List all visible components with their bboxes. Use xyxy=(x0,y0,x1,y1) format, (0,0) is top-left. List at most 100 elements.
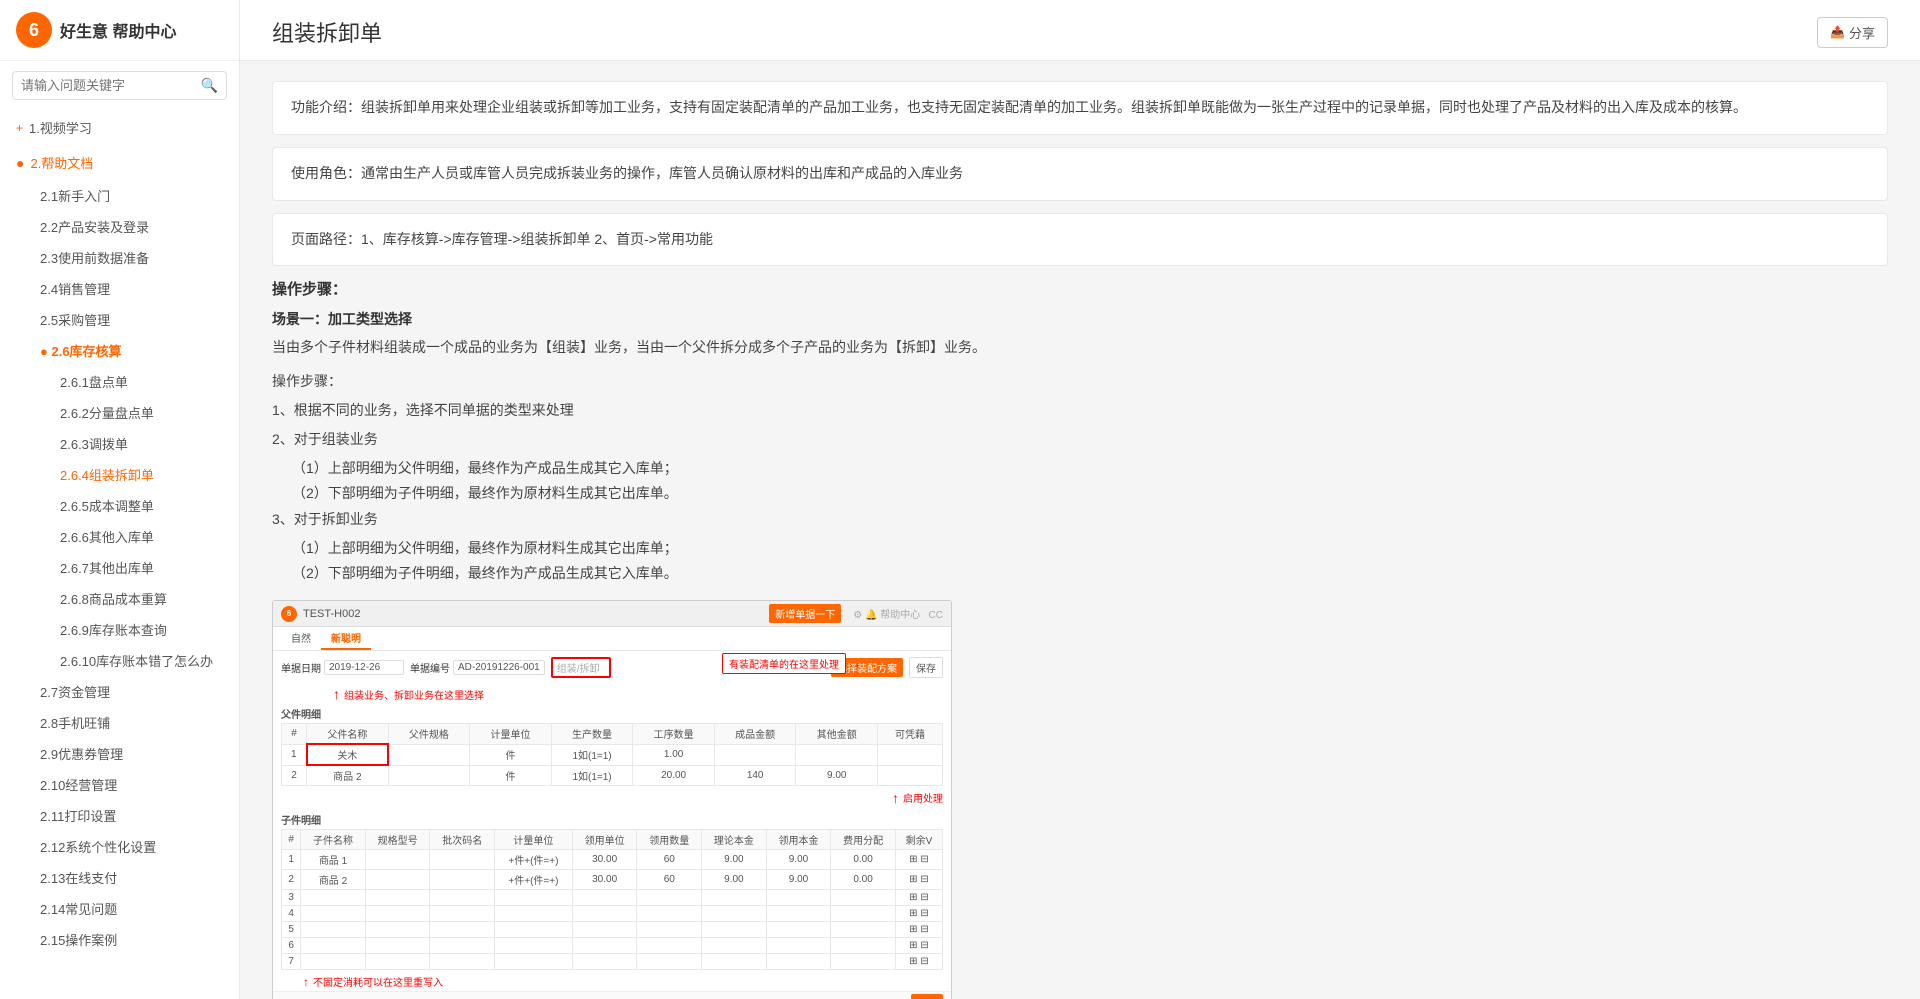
sim-no-label: 单据编号 xyxy=(410,660,450,675)
sidebar-item-other-in[interactable]: 2.6.6其他入库单 xyxy=(48,521,239,552)
annotation-4: 不固定消耗可以在这里重写入 xyxy=(313,974,443,989)
table-row: 6⊞ ⊟ xyxy=(282,938,943,954)
table-row: 7⊞ ⊟ xyxy=(282,954,943,970)
sim-type-input[interactable]: 组装/拆卸 xyxy=(551,657,611,678)
sidebar-item-cost-adjust[interactable]: 2.6.5成本调整单 xyxy=(48,490,239,521)
sidebar-item-purchase[interactable]: 2.5采购管理 xyxy=(28,304,239,335)
annotation-2-area: ↑ 组装业务、拆卸业务在这里选择 xyxy=(273,684,951,704)
sidebar-item-cases[interactable]: 2.15操作案例 xyxy=(28,924,239,955)
sim-icons-area: ⚙ 🔔 帮助中心 CC xyxy=(853,606,943,621)
sim-logo: 6 xyxy=(281,606,297,622)
sidebar-item-ledger-query[interactable]: 2.6.9库存账本查询 xyxy=(48,614,239,645)
sidebar-item-print[interactable]: 2.11打印设置 xyxy=(28,800,239,831)
sim-type-field: 组装/拆卸 xyxy=(551,657,611,678)
sidebar-item-ledger-fix[interactable]: 2.6.10库存账本错了怎么办 xyxy=(48,645,239,676)
sub-item-label: 2.15操作案例 xyxy=(40,933,117,948)
step3-sub2: （2）下部明细为子件明细，最终作为产成品生成其它入库单。 xyxy=(292,561,1888,586)
plus-icon: + xyxy=(16,121,23,135)
step2-sub: （1）上部明细为父件明细，最终作为产成品生成其它入库单； （2）下部明细为子件明… xyxy=(272,456,1888,506)
sub-item-label: 2.5采购管理 xyxy=(40,313,110,328)
sidebar-nav: + 1.视频学习 ● 2.帮助文档 2.1新手入门 2.2产品安装及登录 2.3… xyxy=(0,110,239,999)
sim-topbar: 6 TEST-H002 新增单据一下 ⚙ 🔔 帮助中心 CC xyxy=(273,601,951,627)
sim-date-input[interactable]: 2019-12-26 xyxy=(324,660,404,675)
table-row: 3⊞ ⊟ xyxy=(282,890,943,906)
steps-section: 操作步骤： 场景一：加工类型选择 当由多个子件材料组装成一个成品的业务为【组装】… xyxy=(272,278,1888,999)
sim-tab-2[interactable]: 新聪明 xyxy=(321,627,371,650)
step3-sub1: （1）上部明细为父件明细，最终作为原材料生成其它出库单； xyxy=(292,536,1888,561)
th-prod-amt: 成品金额 xyxy=(714,724,796,745)
sidebar-item-sales[interactable]: 2.4销售管理 xyxy=(28,273,239,304)
logo-text: 好生意 帮助中心 xyxy=(60,18,176,42)
step2-sub2: （2）下部明细为子件明细，最终作为原材料生成其它出库单。 xyxy=(292,481,1888,506)
sidebar-item-online-pay[interactable]: 2.13在线支付 xyxy=(28,862,239,893)
intro-block: 功能介绍：组装拆卸单用来处理企业组装或拆卸等加工业务，支持有固定装配清单的产品加… xyxy=(272,81,1888,135)
share-icon: 📤 xyxy=(1830,25,1845,39)
sub-item-label: 2.10经营管理 xyxy=(40,778,117,793)
sidebar-item-stocktake[interactable]: 2.6.1盘点单 xyxy=(48,366,239,397)
sidebar-item-personalize[interactable]: 2.12系统个性化设置 xyxy=(28,831,239,862)
sub-item-label: 2.7资金管理 xyxy=(40,685,110,700)
table-row: 1 关木 件 1如(1=1) 1.00 xyxy=(282,744,943,765)
sim-table1-area: 父件明细 # 父件名称 父件规格 计量单位 生产数量 工序数量 成品金额 xyxy=(273,704,951,790)
annotation-4-area: ↑ 不固定消耗可以在这里重写入 xyxy=(273,974,951,991)
sim-table2: # 子件名称 规格型号 批次码名 计量单位 领用单位 领用数量 理论本金 领用本… xyxy=(281,829,943,970)
sim-form-area: 单据日期 2019-12-26 单据编号 AD-20191226-001 组装/… xyxy=(273,651,951,684)
sim-add-btn[interactable]: 新增单据一下 xyxy=(769,604,841,623)
sidebar-item-partial-stocktake[interactable]: 2.6.2分量盘点单 xyxy=(48,397,239,428)
sim-save-btn[interactable]: 保存 xyxy=(909,657,943,678)
sidebar-item-new-user[interactable]: 2.1新手入门 xyxy=(28,180,239,211)
table-row: 2 商品 2 件 1如(1=1) 20.00 140 9.00 xyxy=(282,765,943,786)
step3: 3、对于拆卸业务 xyxy=(272,507,1888,532)
share-button[interactable]: 📤 分享 xyxy=(1817,17,1888,48)
th-available: 可凭藉 xyxy=(878,724,943,745)
sidebar-sub-help-doc: 2.1新手入门 2.2产品安装及登录 2.3使用前数据准备 2.4销售管理 2.… xyxy=(0,180,239,955)
sim-date-label: 单据日期 xyxy=(281,660,321,675)
sidebar-item-label: 2.帮助文档 xyxy=(30,153,93,172)
sidebar-item-transfer[interactable]: 2.6.3调拨单 xyxy=(48,428,239,459)
minus-icon: ● xyxy=(40,344,48,359)
path-text: 页面路径：1、库存核算->库存管理->组装拆卸单 2、首页->常用功能 xyxy=(291,228,1869,252)
step2-sub1: （1）上部明细为父件明细，最终作为产成品生成其它入库单； xyxy=(292,456,1888,481)
sim-table2-title: 子件明细 xyxy=(281,810,943,829)
sim-table1: # 父件名称 父件规格 计量单位 生产数量 工序数量 成品金额 其他金额 可凭藉 xyxy=(281,723,943,786)
sidebar-item-faq[interactable]: 2.14常见问题 xyxy=(28,893,239,924)
annotation-1: 有装配清单的在这里处理 xyxy=(722,653,846,674)
sub-item-label: 2.6.2分量盘点单 xyxy=(60,406,154,421)
th-parent-name: 父件名称 xyxy=(307,724,389,745)
main-content: 组装拆卸单 📤 分享 功能介绍：组装拆卸单用来处理企业组装或拆卸等加工业务，支持… xyxy=(240,0,1920,999)
sidebar-item-mobile[interactable]: 2.8手机旺铺 xyxy=(28,707,239,738)
sub-item-label: 2.12系统个性化设置 xyxy=(40,840,156,855)
sim-tab-1[interactable]: 自然 xyxy=(281,627,321,650)
sidebar-item-data-prep[interactable]: 2.3使用前数据准备 xyxy=(28,242,239,273)
sidebar-item-finance[interactable]: 2.7资金管理 xyxy=(28,676,239,707)
sidebar-item-operations[interactable]: 2.10经营管理 xyxy=(28,769,239,800)
arrow-up-2-icon: ↑ xyxy=(892,790,899,806)
sidebar-item-assembly[interactable]: 2.6.4组装拆卸单 xyxy=(48,459,239,490)
table-row: 2商品 2+件+(件=+)30.00609.009.000.00⊞ ⊟ xyxy=(282,870,943,890)
step1: 1、根据不同的业务，选择不同单据的类型来处理 xyxy=(272,398,1888,423)
table-row: 4⊞ ⊟ xyxy=(282,906,943,922)
steps-sub-title: 操作步骤： xyxy=(272,369,1888,394)
sub-item-label: 2.4销售管理 xyxy=(40,282,110,297)
sidebar-item-video[interactable]: + 1.视频学习 xyxy=(0,110,239,145)
arrow-up-3-icon: ↑ xyxy=(303,975,309,989)
search-box[interactable]: 🔍 xyxy=(12,71,227,100)
sub-item-label: 2.11打印设置 xyxy=(40,809,116,824)
search-input[interactable] xyxy=(21,78,201,93)
sub-item-label: 2.2产品安装及登录 xyxy=(40,220,149,235)
steps-title: 操作步骤： xyxy=(272,278,1888,299)
sidebar-item-inventory[interactable]: ● 2.6库存核算 xyxy=(28,335,239,366)
sub-item-label: 2.6.10库存账本错了怎么办 xyxy=(60,654,213,669)
sidebar-item-help-doc[interactable]: ● 2.帮助文档 xyxy=(0,145,239,180)
sub-item-label: 2.6.4组装拆卸单 xyxy=(60,468,154,483)
sidebar-item-other-out[interactable]: 2.6.7其他出库单 xyxy=(48,552,239,583)
sidebar-item-coupon[interactable]: 2.9优惠券管理 xyxy=(28,738,239,769)
step2: 2、对于组装业务 xyxy=(272,427,1888,452)
sidebar-item-cost-recalc[interactable]: 2.6.8商品成本重算 xyxy=(48,583,239,614)
sim-bar-text: TEST-H002 xyxy=(303,608,360,620)
search-icon[interactable]: 🔍 xyxy=(201,77,218,94)
sim-no-input[interactable]: AD-20191226-001 xyxy=(453,660,545,675)
sidebar-item-install[interactable]: 2.2产品安装及登录 xyxy=(28,211,239,242)
sim-audit-btn[interactable]: 审核 xyxy=(911,994,943,999)
sub-item-label: 2.9优惠券管理 xyxy=(40,747,123,762)
